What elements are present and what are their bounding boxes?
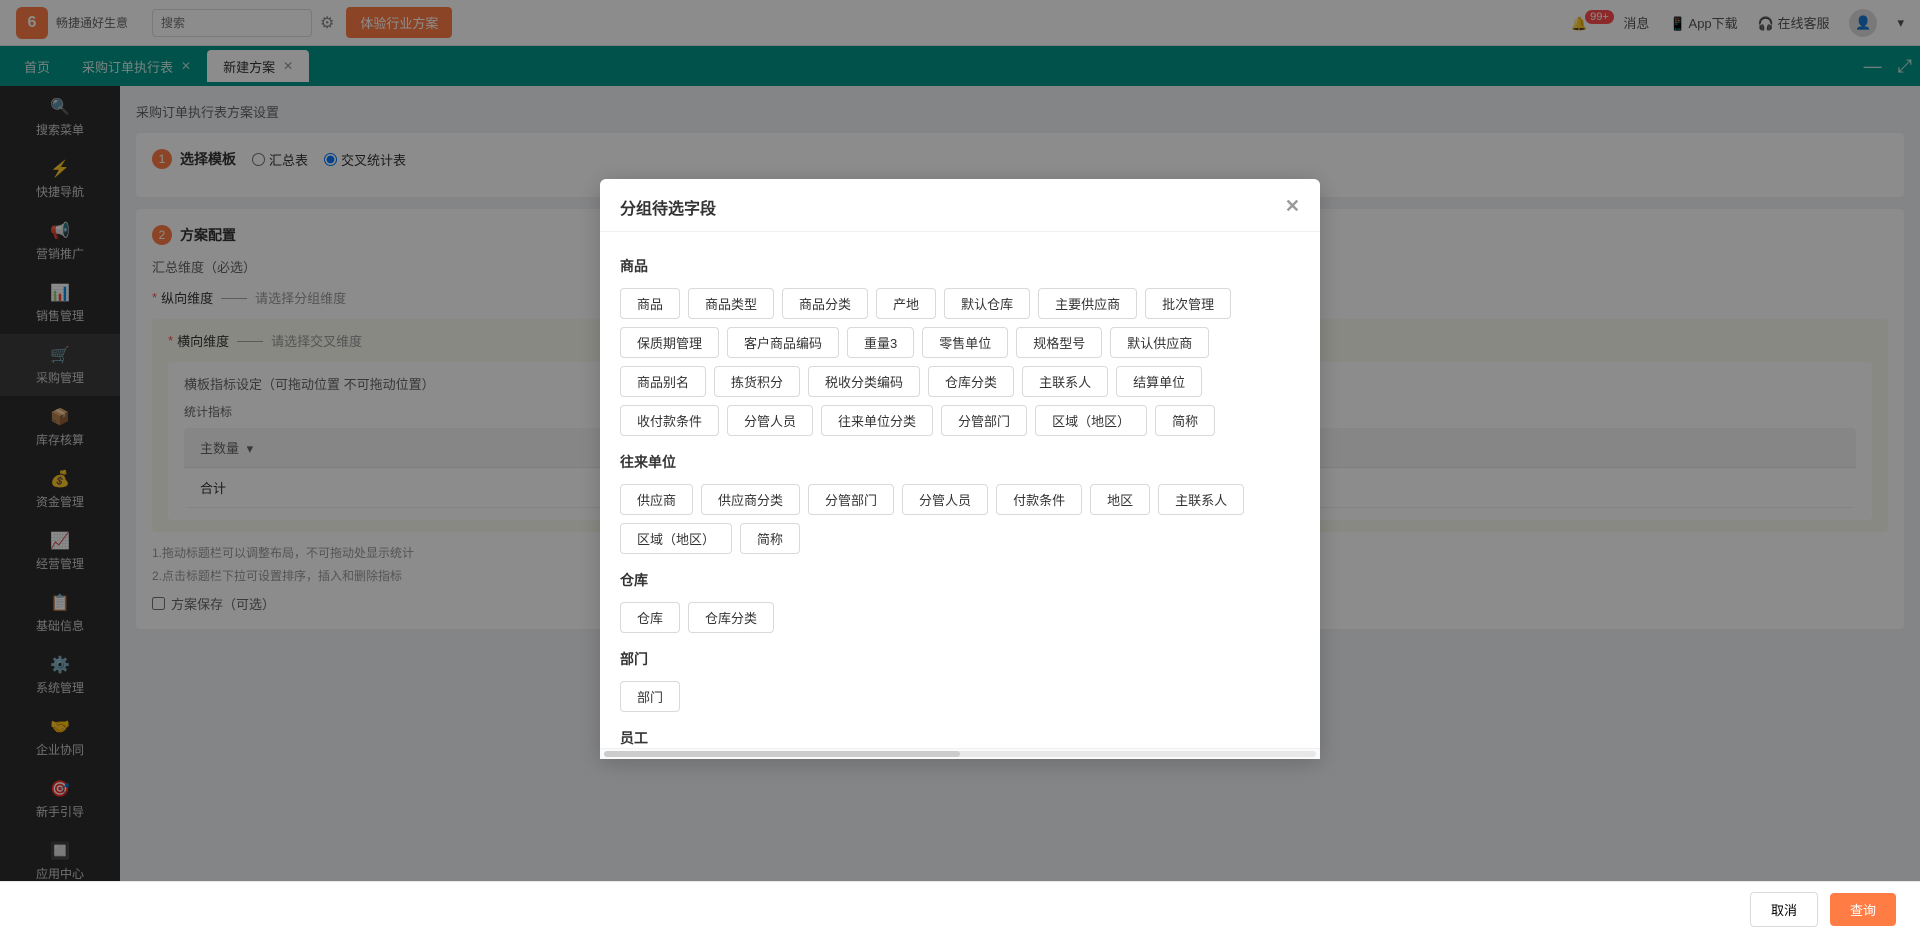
field-party-shortname[interactable]: 简称 (740, 523, 800, 554)
field-weight3[interactable]: 重量3 (847, 327, 914, 358)
confirm-button[interactable]: 查询 (1830, 893, 1896, 926)
warehouse-fields: 仓库 仓库分类 (620, 602, 1300, 633)
field-payment-terms[interactable]: 收付款条件 (620, 405, 719, 436)
field-warehouse-category[interactable]: 仓库分类 (928, 366, 1014, 397)
modal-title: 分组待选字段 (620, 195, 716, 219)
field-dept[interactable]: 部门 (620, 681, 680, 712)
field-party-payment[interactable]: 付款条件 (996, 484, 1082, 515)
field-region[interactable]: 区域（地区） (1035, 405, 1147, 436)
field-spec-model[interactable]: 规格型号 (1016, 327, 1102, 358)
modal-hscrollbar[interactable] (600, 748, 1320, 758)
field-product-alias[interactable]: 商品别名 (620, 366, 706, 397)
cancel-button[interactable]: 取消 (1750, 892, 1818, 927)
field-default-supplier[interactable]: 默认供应商 (1110, 327, 1209, 358)
field-settlement-unit[interactable]: 结算单位 (1116, 366, 1202, 397)
field-tax-code[interactable]: 税收分类编码 (808, 366, 920, 397)
field-shelf-life[interactable]: 保质期管理 (620, 327, 719, 358)
field-default-warehouse[interactable]: 默认仓库 (944, 288, 1030, 319)
hscroll-track (604, 751, 1316, 757)
field-product-category[interactable]: 商品分类 (782, 288, 868, 319)
field-batch-mgmt[interactable]: 批次管理 (1145, 288, 1231, 319)
field-product-type[interactable]: 商品类型 (688, 288, 774, 319)
field-manager[interactable]: 分管人员 (727, 405, 813, 436)
field-party-region[interactable]: 地区 (1090, 484, 1150, 515)
modal-header: 分组待选字段 ✕ (600, 179, 1320, 232)
group-title-party: 往来单位 (620, 452, 1300, 472)
field-party-contact[interactable]: 主联系人 (1158, 484, 1244, 515)
field-customer-code[interactable]: 客户商品编码 (727, 327, 839, 358)
modal-close-icon[interactable]: ✕ (1285, 196, 1300, 217)
field-selection-modal: 分组待选字段 ✕ 商品 商品 商品类型 商品分类 产地 默认仓库 主要供应商 批… (600, 179, 1320, 759)
field-warehouse-cat[interactable]: 仓库分类 (688, 602, 774, 633)
field-party-dept[interactable]: 分管部门 (808, 484, 894, 515)
field-warehouse[interactable]: 仓库 (620, 602, 680, 633)
group-title-dept: 部门 (620, 649, 1300, 669)
field-main-supplier[interactable]: 主要供应商 (1038, 288, 1137, 319)
dept-fields: 部门 (620, 681, 1300, 712)
field-dept-manage[interactable]: 分管部门 (941, 405, 1027, 436)
hscroll-thumb (604, 751, 960, 757)
product-fields: 商品 商品类型 商品分类 产地 默认仓库 主要供应商 批次管理 保质期管理 客户… (620, 288, 1300, 436)
field-supplier-category[interactable]: 供应商分类 (701, 484, 800, 515)
field-party-area[interactable]: 区域（地区） (620, 523, 732, 554)
field-short-name[interactable]: 简称 (1155, 405, 1215, 436)
field-retail-unit[interactable]: 零售单位 (922, 327, 1008, 358)
field-main-contact[interactable]: 主联系人 (1022, 366, 1108, 397)
modal-body[interactable]: 商品 商品 商品类型 商品分类 产地 默认仓库 主要供应商 批次管理 保质期管理… (600, 232, 1320, 749)
field-party-manager[interactable]: 分管人员 (902, 484, 988, 515)
field-origin[interactable]: 产地 (876, 288, 936, 319)
field-supplier[interactable]: 供应商 (620, 484, 693, 515)
party-fields: 供应商 供应商分类 分管部门 分管人员 付款条件 地区 主联系人 区域（地区） … (620, 484, 1300, 554)
group-title-warehouse: 仓库 (620, 570, 1300, 590)
field-pick-points[interactable]: 拣货积分 (714, 366, 800, 397)
group-title-employee: 员工 (620, 728, 1300, 748)
bottom-action-bar: 取消 查询 (0, 881, 1920, 937)
group-title-product: 商品 (620, 256, 1300, 276)
field-party-category[interactable]: 往来单位分类 (821, 405, 933, 436)
field-product[interactable]: 商品 (620, 288, 680, 319)
